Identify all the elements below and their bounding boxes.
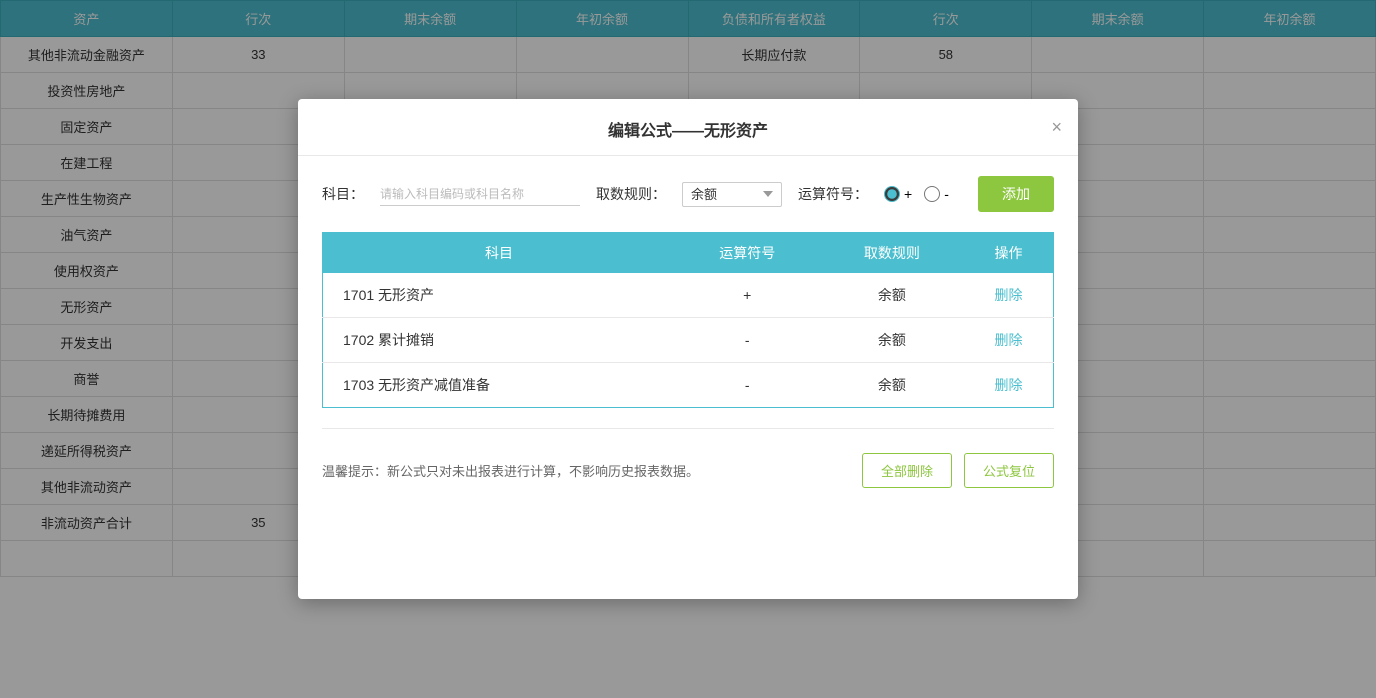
modal-body: 科目： 取数规则： 余额 借方 贷方 借方发生额 贷方发生额 运算符号： [298,156,1078,428]
operator-label: 运算符号： [798,184,868,204]
subject-label: 科目： [322,184,364,204]
footer-buttons: 全部删除 公式复位 [862,453,1054,488]
table-row: 1703 无形资产减值准备-余额删除 [323,363,1054,408]
formula-table: 科目 运算符号 取数规则 操作 1701 无形资产+余额删除1702 累计摊销-… [322,232,1054,408]
table-header-action: 操作 [964,233,1053,274]
modal-footer: 温馨提示：新公式只对未出报表进行计算，不影响历史报表数据。 全部删除 公式复位 [298,437,1078,504]
formula-form-row: 科目： 取数规则： 余额 借方 贷方 借方发生额 贷方发生额 运算符号： [322,176,1054,212]
radio-plus-label: + [904,186,912,202]
hint-text: 温馨提示：新公式只对未出报表进行计算，不影响历史报表数据。 [322,461,699,480]
delete-row-button[interactable]: 删除 [995,285,1023,305]
delete-row-button[interactable]: 删除 [995,375,1023,395]
table-row: 1701 无形资产+余额删除 [323,273,1054,318]
table-header-subject: 科目 [323,233,675,274]
radio-minus[interactable] [924,186,940,202]
modal-header: 编辑公式——无形资产 × [298,99,1078,156]
table-header-rule: 取数规则 [820,233,965,274]
modal-overlay: 编辑公式——无形资产 × 科目： 取数规则： 余额 借方 贷方 借方发生额 贷方… [0,0,1376,698]
delete-row-button[interactable]: 删除 [995,330,1023,350]
modal-close-button[interactable]: × [1051,118,1062,136]
rule-label: 取数规则： [596,184,666,204]
operator-radio-group: + - [884,186,949,202]
reset-formula-button[interactable]: 公式复位 [964,453,1054,488]
rule-select[interactable]: 余额 借方 贷方 借方发生额 贷方发生额 [682,182,782,207]
modal-title: 编辑公式——无形资产 [608,123,768,140]
subject-input[interactable] [380,182,580,206]
radio-plus-item[interactable]: + [884,186,912,202]
table-row: 1702 累计摊销-余额删除 [323,318,1054,363]
modal-dialog: 编辑公式——无形资产 × 科目： 取数规则： 余额 借方 贷方 借方发生额 贷方… [298,99,1078,599]
table-header-operator: 运算符号 [675,233,820,274]
modal-separator [322,428,1054,429]
rule-select-wrap: 余额 借方 贷方 借方发生额 贷方发生额 [682,182,782,207]
radio-plus[interactable] [884,186,900,202]
radio-minus-label: - [944,186,949,202]
add-button[interactable]: 添加 [978,176,1054,212]
radio-minus-item[interactable]: - [924,186,949,202]
delete-all-button[interactable]: 全部删除 [862,453,952,488]
